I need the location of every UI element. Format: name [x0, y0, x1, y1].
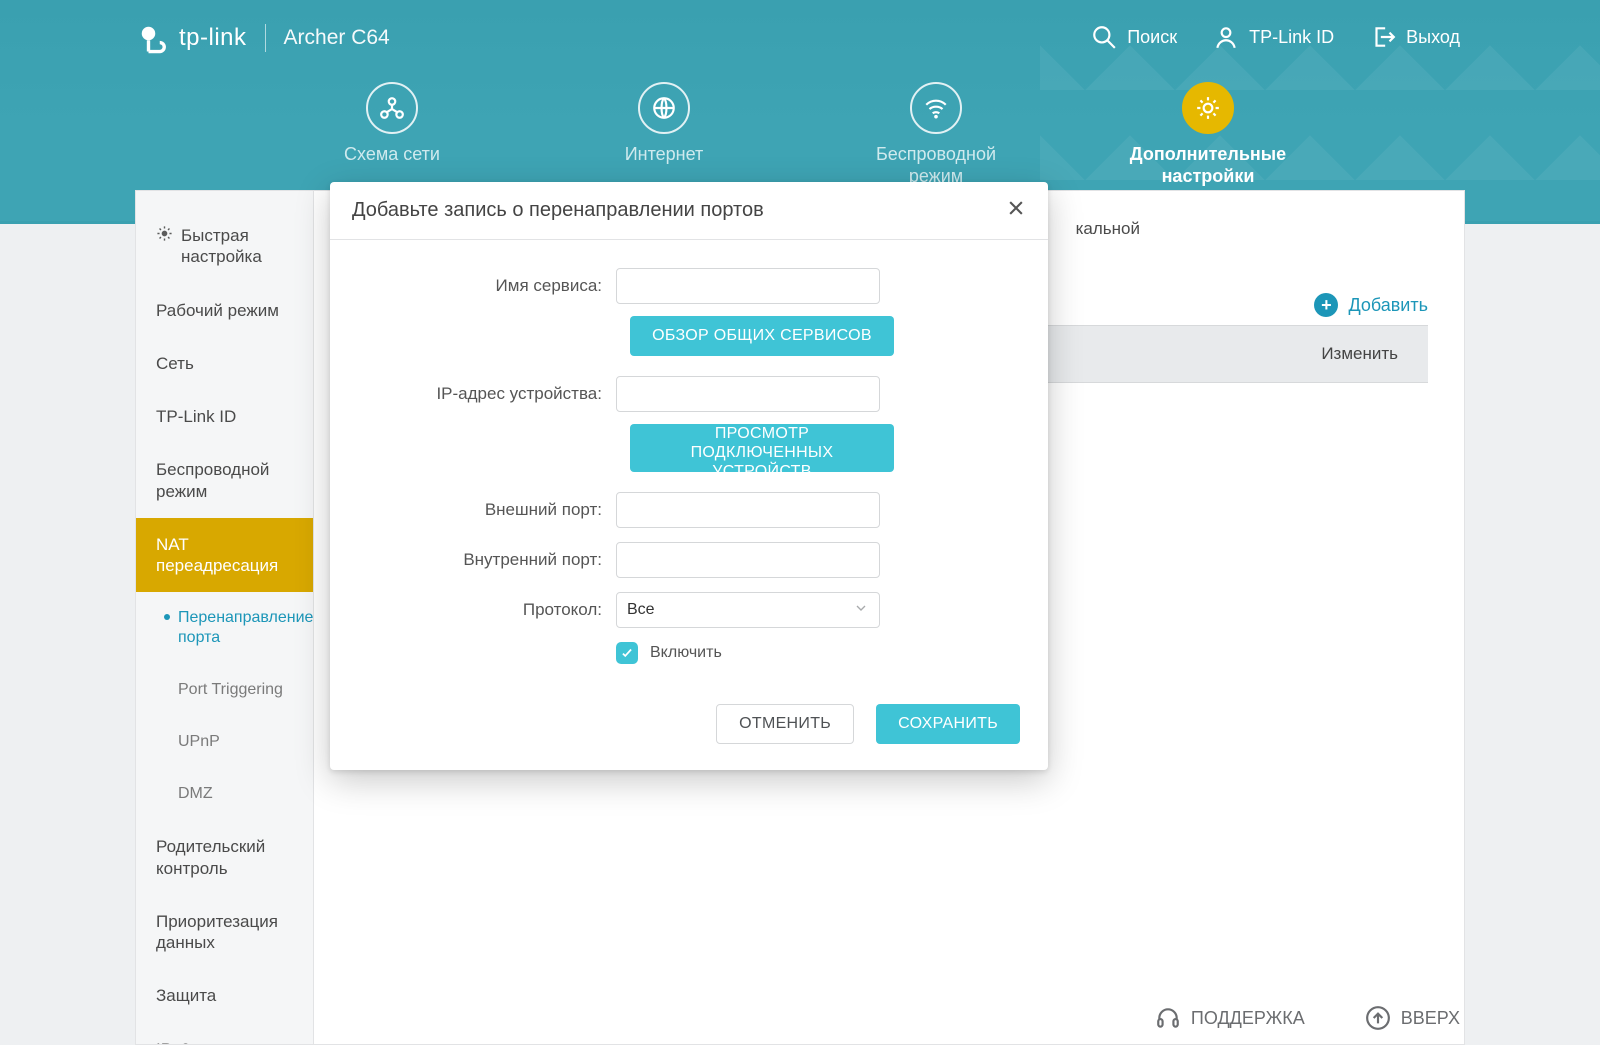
nav-internet[interactable]: Интернет [584, 82, 744, 187]
brand-logo: tp-link [135, 20, 247, 56]
nav-label-0: Схема сети [344, 144, 440, 166]
row-internal-port: Внутренний порт: [370, 542, 1008, 578]
input-external-port[interactable] [616, 492, 880, 528]
cancel-button[interactable]: ОТМЕНИТЬ [716, 704, 854, 744]
user-icon [1213, 24, 1239, 50]
logout-icon [1370, 24, 1396, 50]
brand-separator [265, 24, 266, 52]
search-action[interactable]: Поиск [1091, 24, 1177, 50]
close-icon [1006, 198, 1026, 218]
chevron-down-icon [853, 600, 869, 616]
select-protocol-value: Все [627, 601, 655, 619]
search-label: Поиск [1127, 27, 1177, 48]
enable-checkbox[interactable]: Включить [616, 642, 880, 664]
row-external-port: Внешний порт: [370, 492, 1008, 528]
input-device-ip[interactable] [616, 376, 880, 412]
label-protocol: Протокол: [370, 600, 616, 620]
wifi-icon [923, 95, 949, 121]
label-external-port: Внешний порт: [370, 500, 616, 520]
network-map-icon [379, 95, 405, 121]
modal-body: Имя сервиса: ОБЗОР ОБЩИХ СЕРВИСОВ IP-адр… [330, 240, 1048, 686]
row-enable: Включить [370, 642, 1008, 664]
tplink-id-label: TP-Link ID [1249, 27, 1334, 48]
input-internal-port[interactable] [616, 542, 880, 578]
browse-services-button[interactable]: ОБЗОР ОБЩИХ СЕРВИСОВ [630, 316, 894, 356]
row-protocol: Протокол: Все [370, 592, 1008, 628]
search-icon [1091, 24, 1117, 50]
view-devices-button[interactable]: ПРОСМОТР ПОДКЛЮЧЕННЫХ УСТРОЙСТВ [630, 424, 894, 472]
globe-icon [651, 95, 677, 121]
label-internal-port: Внутренний порт: [370, 550, 616, 570]
enable-label: Включить [650, 644, 722, 662]
tp-logo-icon [135, 20, 171, 56]
row-device-ip: IP-адрес устройства: [370, 376, 1008, 412]
nav-advanced[interactable]: Дополнительные настройки [1128, 82, 1288, 187]
save-button[interactable]: СОХРАНИТЬ [876, 704, 1020, 744]
logout-action[interactable]: Выход [1370, 24, 1460, 50]
modal-title: Добавьте запись о перенаправлении портов [352, 199, 764, 222]
modal-header: Добавьте запись о перенаправлении портов [330, 182, 1048, 240]
main-nav: Схема сети Интернет Беспроводной режим Д… [312, 82, 1288, 187]
nav-label-2: Беспроводной режим [876, 144, 996, 187]
port-forward-modal: Добавьте запись о перенаправлении портов… [330, 182, 1048, 770]
nav-wireless[interactable]: Беспроводной режим [856, 82, 1016, 187]
nav-label-1: Интернет [625, 144, 704, 166]
label-device-ip: IP-адрес устройства: [370, 384, 616, 404]
gear-icon [1195, 95, 1221, 121]
row-service-name: Имя сервиса: [370, 268, 1008, 304]
nav-network-map[interactable]: Схема сети [312, 82, 472, 187]
modal-footer: ОТМЕНИТЬ СОХРАНИТЬ [330, 686, 1048, 770]
select-protocol[interactable]: Все [616, 592, 880, 628]
tplink-id-action[interactable]: TP-Link ID [1213, 24, 1334, 50]
label-service-name: Имя сервиса: [370, 276, 616, 296]
check-icon [616, 642, 638, 664]
brand-name: tp-link [179, 24, 247, 52]
modal-close-button[interactable] [1006, 198, 1026, 223]
device-model: Archer C64 [284, 26, 390, 50]
input-service-name[interactable] [616, 268, 880, 304]
logout-label: Выход [1406, 27, 1460, 48]
top-actions: Поиск TP-Link ID Выход [1091, 24, 1460, 50]
brand-row: tp-link Archer C64 [135, 20, 390, 56]
nav-label-3: Дополнительные настройки [1130, 144, 1286, 187]
